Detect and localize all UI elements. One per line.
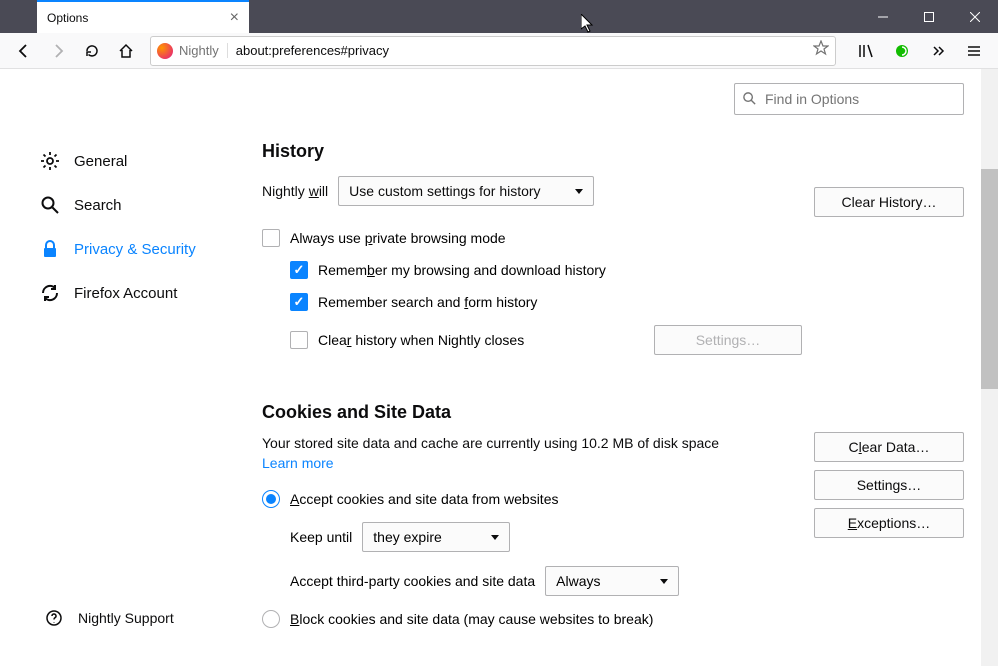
lock-icon	[40, 239, 60, 259]
back-button[interactable]	[8, 36, 40, 66]
search-input[interactable]	[734, 83, 964, 115]
gear-icon	[40, 151, 60, 171]
block-cookies-radio[interactable]	[262, 610, 280, 628]
maximize-button[interactable]	[906, 0, 952, 33]
library-button[interactable]	[850, 36, 882, 66]
window-controls	[860, 0, 998, 33]
preferences-main: History Nightly will Use custom settings…	[240, 69, 998, 666]
help-icon	[44, 608, 64, 628]
firefox-icon	[157, 43, 173, 59]
preferences-sidebar: General Search Privacy & Security Firefo…	[0, 69, 240, 666]
home-button[interactable]	[110, 36, 142, 66]
sync-icon	[40, 283, 60, 303]
cookies-heading: Cookies and Site Data	[262, 402, 802, 423]
sidebar-item-label: Firefox Account	[74, 285, 177, 302]
sidebar-item-privacy[interactable]: Privacy & Security	[0, 227, 240, 271]
scrollbar-thumb[interactable]	[981, 169, 998, 389]
block-cookies-label: Block cookies and site data (may cause w…	[290, 611, 653, 627]
cookies-settings-button[interactable]: Settings…	[814, 470, 964, 500]
clear-on-close-label: Clear history when Nightly closes	[318, 332, 564, 348]
clear-history-button[interactable]: Clear History…	[814, 187, 964, 217]
remember-search-checkbox[interactable]	[290, 293, 308, 311]
minimize-button[interactable]	[860, 0, 906, 33]
clear-on-close-checkbox[interactable]	[290, 331, 308, 349]
window-titlebar: Options ×	[0, 0, 998, 33]
history-mode-dropdown[interactable]: Use custom settings for history	[338, 176, 594, 206]
third-party-dropdown[interactable]: Always	[545, 566, 679, 596]
accept-cookies-label: Accept cookies and site data from websit…	[290, 491, 558, 507]
extension-button[interactable]	[886, 36, 918, 66]
exceptions-button[interactable]: Exceptions…	[814, 508, 964, 538]
history-mode-label: Nightly will	[262, 183, 328, 199]
browser-toolbar: Nightly about:preferences#privacy	[0, 33, 998, 69]
sidebar-item-search[interactable]: Search	[0, 183, 240, 227]
close-tab-icon[interactable]: ×	[230, 9, 239, 27]
forward-button[interactable]	[42, 36, 74, 66]
search-icon	[40, 195, 60, 215]
remember-browsing-checkbox[interactable]	[290, 261, 308, 279]
history-heading: History	[262, 141, 802, 162]
sidebar-item-label: Privacy & Security	[74, 241, 196, 258]
learn-more-link[interactable]: Learn more	[262, 455, 334, 471]
scrollbar[interactable]	[981, 69, 998, 666]
sidebar-item-label: General	[74, 153, 127, 170]
url-text: about:preferences#privacy	[236, 43, 813, 58]
history-settings-button[interactable]: Settings…	[654, 325, 802, 355]
reload-button[interactable]	[76, 36, 108, 66]
bookmark-star-icon[interactable]	[813, 40, 829, 61]
url-bar[interactable]: Nightly about:preferences#privacy	[150, 36, 836, 66]
search-icon	[742, 91, 757, 106]
remember-search-label: Remember search and form history	[318, 294, 537, 310]
sidebar-item-label: Search	[74, 197, 122, 214]
identity-label: Nightly	[179, 43, 228, 58]
private-browsing-checkbox[interactable]	[262, 229, 280, 247]
sidebar-item-account[interactable]: Firefox Account	[0, 271, 240, 315]
overflow-button[interactable]	[922, 36, 954, 66]
accept-cookies-radio[interactable]	[262, 490, 280, 508]
third-party-label: Accept third-party cookies and site data	[290, 573, 535, 589]
sidebar-item-label: Nightly Support	[78, 610, 174, 626]
browser-tab[interactable]: Options ×	[37, 0, 249, 33]
cookies-desc: Your stored site data and cache are curr…	[262, 435, 802, 451]
clear-data-button[interactable]: Clear Data…	[814, 432, 964, 462]
private-browsing-label: Always use private browsing mode	[290, 230, 506, 246]
sidebar-item-support[interactable]: Nightly Support	[0, 598, 240, 638]
keep-until-label: Keep until	[290, 529, 352, 545]
menu-button[interactable]	[958, 36, 990, 66]
tab-title: Options	[47, 11, 230, 25]
sidebar-item-general[interactable]: General	[0, 139, 240, 183]
remember-browsing-label: Remember my browsing and download histor…	[318, 262, 606, 278]
close-window-button[interactable]	[952, 0, 998, 33]
keep-until-dropdown[interactable]: they expire	[362, 522, 510, 552]
